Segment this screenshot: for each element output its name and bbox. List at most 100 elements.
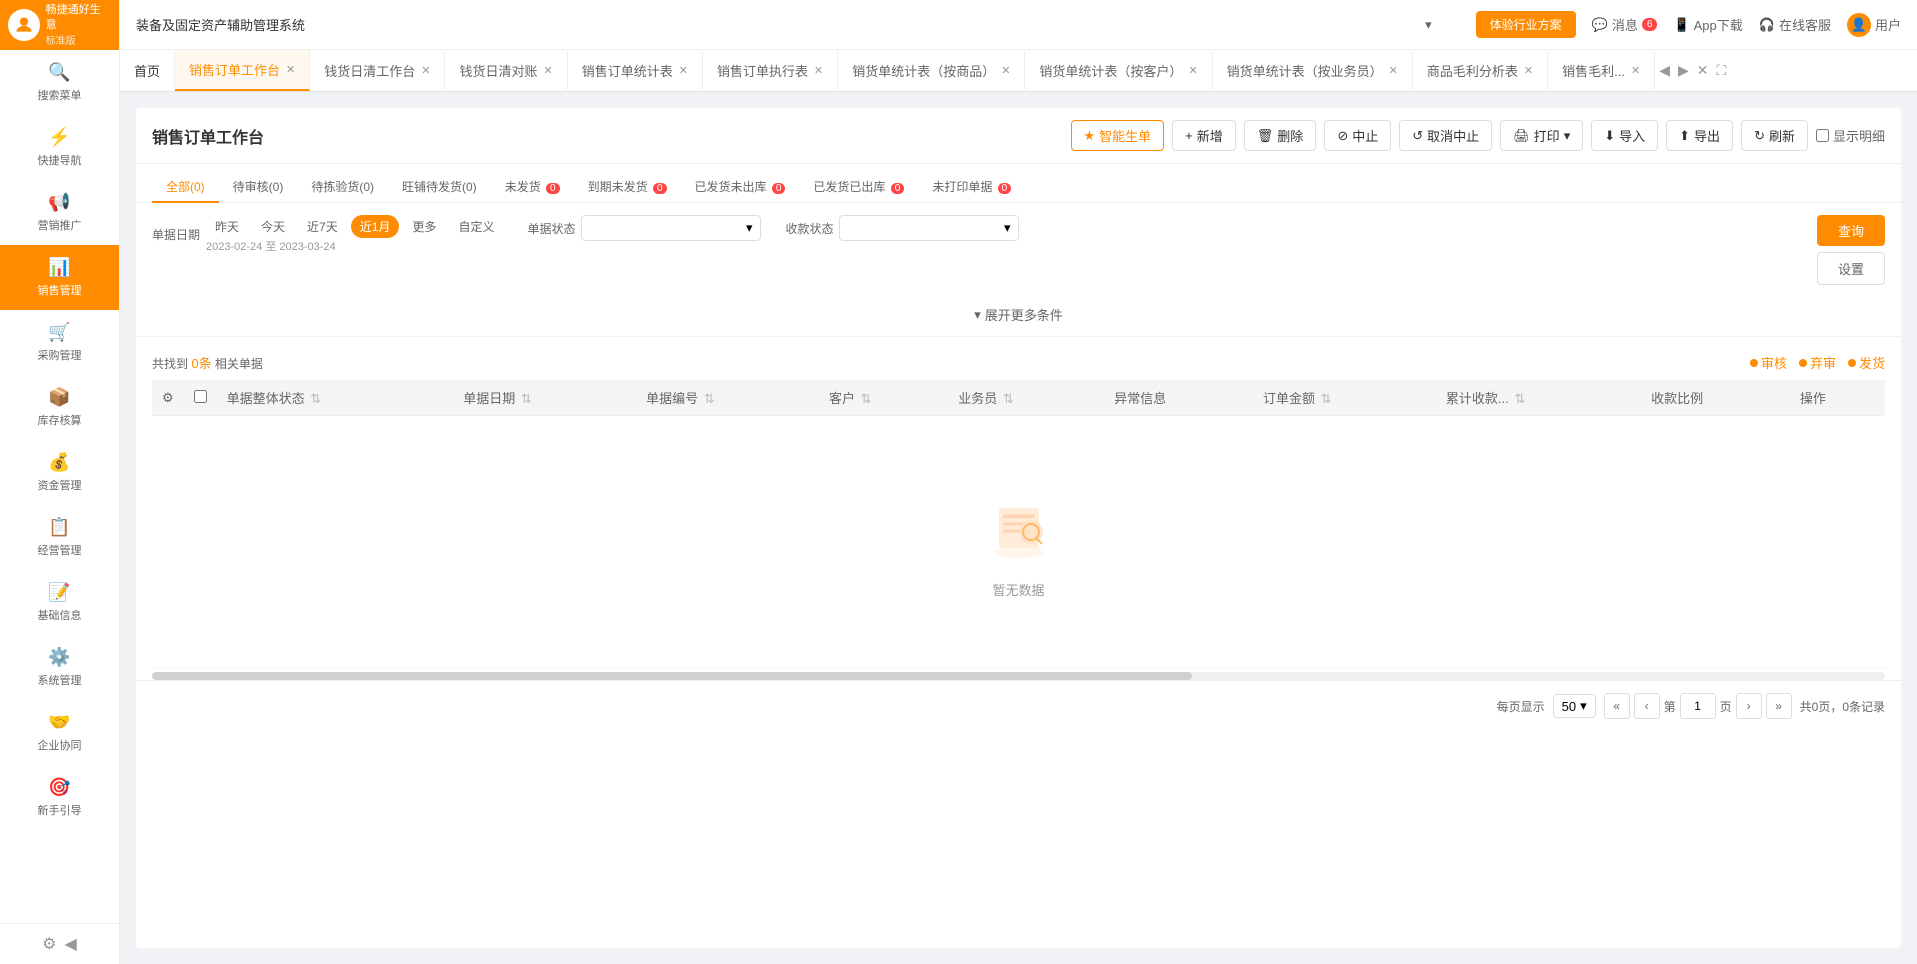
th-salesperson[interactable]: 业务员 ⇅ xyxy=(948,380,1104,416)
batch-cancel-btn[interactable]: 弃审 xyxy=(1799,353,1836,372)
sidebar-item-guide[interactable]: 🎯 新手引导 xyxy=(0,765,119,830)
tab-sales-margin[interactable]: 销售毛利... ✕ xyxy=(1548,51,1655,90)
collapse-icon[interactable]: ◀ xyxy=(65,934,77,954)
next-page-btn[interactable]: › xyxy=(1736,693,1762,719)
tabs-prev-btn[interactable]: ◀ xyxy=(1655,58,1674,83)
tab-home[interactable]: 首页 xyxy=(120,51,175,90)
tab-cash-clear-close[interactable]: ✕ xyxy=(421,64,430,77)
tabs-maximize-btn[interactable]: ⛶ xyxy=(1712,58,1730,83)
sub-tab-shipped-out[interactable]: 已发货已出库 0 xyxy=(799,172,918,203)
tabs-close-all-btn[interactable]: ✕ xyxy=(1693,58,1713,83)
date-btn-more[interactable]: 更多 xyxy=(403,215,445,238)
date-btn-1month[interactable]: 近1月 xyxy=(351,215,400,238)
sidebar-item-management[interactable]: 📋 经营管理 xyxy=(0,505,119,570)
prev-page-btn[interactable]: ‹ xyxy=(1634,693,1660,719)
sidebar-item-marketing[interactable]: 📢 营销推广 xyxy=(0,180,119,245)
tab-cash-recon-close[interactable]: ✕ xyxy=(544,64,553,77)
tab-profit[interactable]: 商品毛利分析表 ✕ xyxy=(1413,51,1548,90)
print-btn[interactable]: 🖨 打印 ▾ xyxy=(1500,120,1583,151)
sidebar-item-sales[interactable]: 📊 销售管理 xyxy=(0,245,119,310)
set-btn[interactable]: 设置 xyxy=(1817,252,1885,285)
delete-btn[interactable]: 🗑 删除 xyxy=(1244,120,1317,151)
sidebar-item-finance[interactable]: 💰 资金管理 xyxy=(0,440,119,505)
th-number[interactable]: 单据编号 ⇅ xyxy=(636,380,819,416)
tab-goods-salesperson[interactable]: 销货单统计表（按业务员） ✕ xyxy=(1213,51,1413,90)
sub-tab-overdue[interactable]: 到期未发货 0 xyxy=(574,172,681,203)
user-menu[interactable]: 👤 用户 xyxy=(1847,13,1901,37)
app-download-link[interactable]: 📱 App下载 xyxy=(1673,15,1742,34)
tab-goods-customer[interactable]: 销货单统计表（按客户） ✕ xyxy=(1025,51,1212,90)
tab-sales-stat[interactable]: 销售订单统计表 ✕ xyxy=(568,51,703,90)
show-detail-checkbox[interactable] xyxy=(1816,129,1829,142)
th-customer[interactable]: 客户 ⇅ xyxy=(819,380,948,416)
date-btn-7days[interactable]: 近7天 xyxy=(298,215,347,238)
tab-sales-order[interactable]: 销售订单工作台 ✕ xyxy=(175,50,310,91)
th-date[interactable]: 单据日期 ⇅ xyxy=(453,380,636,416)
trash-icon: 🗑 xyxy=(1257,128,1274,144)
tab-cash-clear[interactable]: 钱货日清工作台 ✕ xyxy=(310,51,445,90)
sidebar-item-collab[interactable]: 🤝 企业协同 xyxy=(0,700,119,765)
sub-tab-wangpu[interactable]: 旺铺待发货(0) xyxy=(388,172,491,203)
select-all-checkbox[interactable] xyxy=(194,390,207,403)
scroll-bar-track[interactable] xyxy=(152,672,1885,680)
export-btn[interactable]: ⬆ 导出 xyxy=(1666,120,1733,151)
payment-select[interactable]: ▾ xyxy=(839,215,1019,241)
last-page-btn[interactable]: » xyxy=(1766,693,1792,719)
th-status[interactable]: 单据整体状态 ⇅ xyxy=(217,380,454,416)
status-select[interactable]: ▾ xyxy=(581,215,761,241)
tab-sales-margin-close[interactable]: ✕ xyxy=(1631,64,1640,77)
sidebar-item-nav[interactable]: ⚡ 快捷导航 xyxy=(0,115,119,180)
settings-bottom-icon[interactable]: ⚙ xyxy=(42,934,56,954)
page-size-select[interactable]: 50 ▾ xyxy=(1553,694,1596,718)
stop-btn[interactable]: ⊘ 中止 xyxy=(1324,120,1391,151)
expand-filter-btn[interactable]: ▾ 展开更多条件 xyxy=(974,305,1063,324)
tab-sales-stat-close[interactable]: ✕ xyxy=(679,64,688,77)
sub-tab-shipped-not-out[interactable]: 已发货未出库 0 xyxy=(681,172,800,203)
sidebar-item-basic[interactable]: 📝 基础信息 xyxy=(0,570,119,635)
sub-tab-all[interactable]: 全部(0) xyxy=(152,172,219,203)
tab-goods-product[interactable]: 销货单统计表（按商品） ✕ xyxy=(838,51,1025,90)
sub-tab-unprinted[interactable]: 未打印单据 0 xyxy=(918,172,1025,203)
sidebar-item-system[interactable]: ⚙️ 系统管理 xyxy=(0,635,119,700)
smart-create-btn[interactable]: ★ 智能生单 xyxy=(1071,120,1165,151)
scroll-bar-thumb[interactable] xyxy=(152,672,1192,680)
sidebar-item-inventory[interactable]: 📦 库存核算 xyxy=(0,375,119,440)
th-checkbox[interactable] xyxy=(184,380,217,416)
refresh-btn[interactable]: ↻ 刷新 xyxy=(1741,120,1808,151)
show-detail-label[interactable]: 显示明细 xyxy=(1816,126,1885,145)
batch-ship-btn[interactable]: 发货 xyxy=(1848,353,1885,372)
tabs-next-btn[interactable]: ▶ xyxy=(1674,58,1693,83)
tab-cash-recon-label: 钱货日清对账 xyxy=(459,61,537,80)
system-dropdown[interactable]: ▾ xyxy=(1425,17,1432,33)
sub-tab-pending-review[interactable]: 待审核(0) xyxy=(219,172,298,203)
message-link[interactable]: 💬 消息 6 xyxy=(1592,15,1658,34)
tab-goods-product-close[interactable]: ✕ xyxy=(1001,64,1010,77)
sub-tab-unshipped[interactable]: 未发货 0 xyxy=(491,172,574,203)
page-input[interactable] xyxy=(1680,693,1716,719)
th-amount[interactable]: 订单金额 ⇅ xyxy=(1253,380,1436,416)
industry-btn[interactable]: 体验行业方案 xyxy=(1476,11,1576,38)
query-btn[interactable]: 查询 xyxy=(1817,215,1885,246)
tab-sales-exec-close[interactable]: ✕ xyxy=(814,64,823,77)
batch-review-btn[interactable]: 审核 xyxy=(1750,353,1787,372)
tab-goods-customer-close[interactable]: ✕ xyxy=(1188,64,1197,77)
tab-sales-order-close[interactable]: ✕ xyxy=(286,63,295,76)
import-btn[interactable]: ⬇ 导入 xyxy=(1591,120,1658,151)
sidebar-item-purchase[interactable]: 🛒 采购管理 xyxy=(0,310,119,375)
sidebar-item-search[interactable]: 🔍 搜索菜单 xyxy=(0,50,119,115)
cancel-stop-btn[interactable]: ↺ 取消中止 xyxy=(1399,120,1492,151)
th-collected[interactable]: 累计收款... ⇅ xyxy=(1436,380,1641,416)
tab-sales-exec[interactable]: 销售订单执行表 ✕ xyxy=(703,51,838,90)
tab-cash-recon[interactable]: 钱货日清对账 ✕ xyxy=(445,51,567,90)
tab-goods-salesperson-close[interactable]: ✕ xyxy=(1389,64,1398,77)
first-page-btn[interactable]: « xyxy=(1604,693,1630,719)
add-btn[interactable]: + 新增 xyxy=(1172,120,1236,151)
tab-profit-close[interactable]: ✕ xyxy=(1524,64,1533,77)
online-service-link[interactable]: 🎧 在线客服 xyxy=(1759,15,1831,34)
print-dropdown-icon: ▾ xyxy=(1564,128,1571,144)
sub-tab-pending-check[interactable]: 待拣验货(0) xyxy=(297,172,388,203)
date-btn-yesterday[interactable]: 昨天 xyxy=(206,215,248,238)
date-btn-today[interactable]: 今天 xyxy=(252,215,294,238)
date-btn-custom[interactable]: 自定义 xyxy=(449,215,503,238)
th-settings[interactable]: ⚙ xyxy=(152,380,184,416)
